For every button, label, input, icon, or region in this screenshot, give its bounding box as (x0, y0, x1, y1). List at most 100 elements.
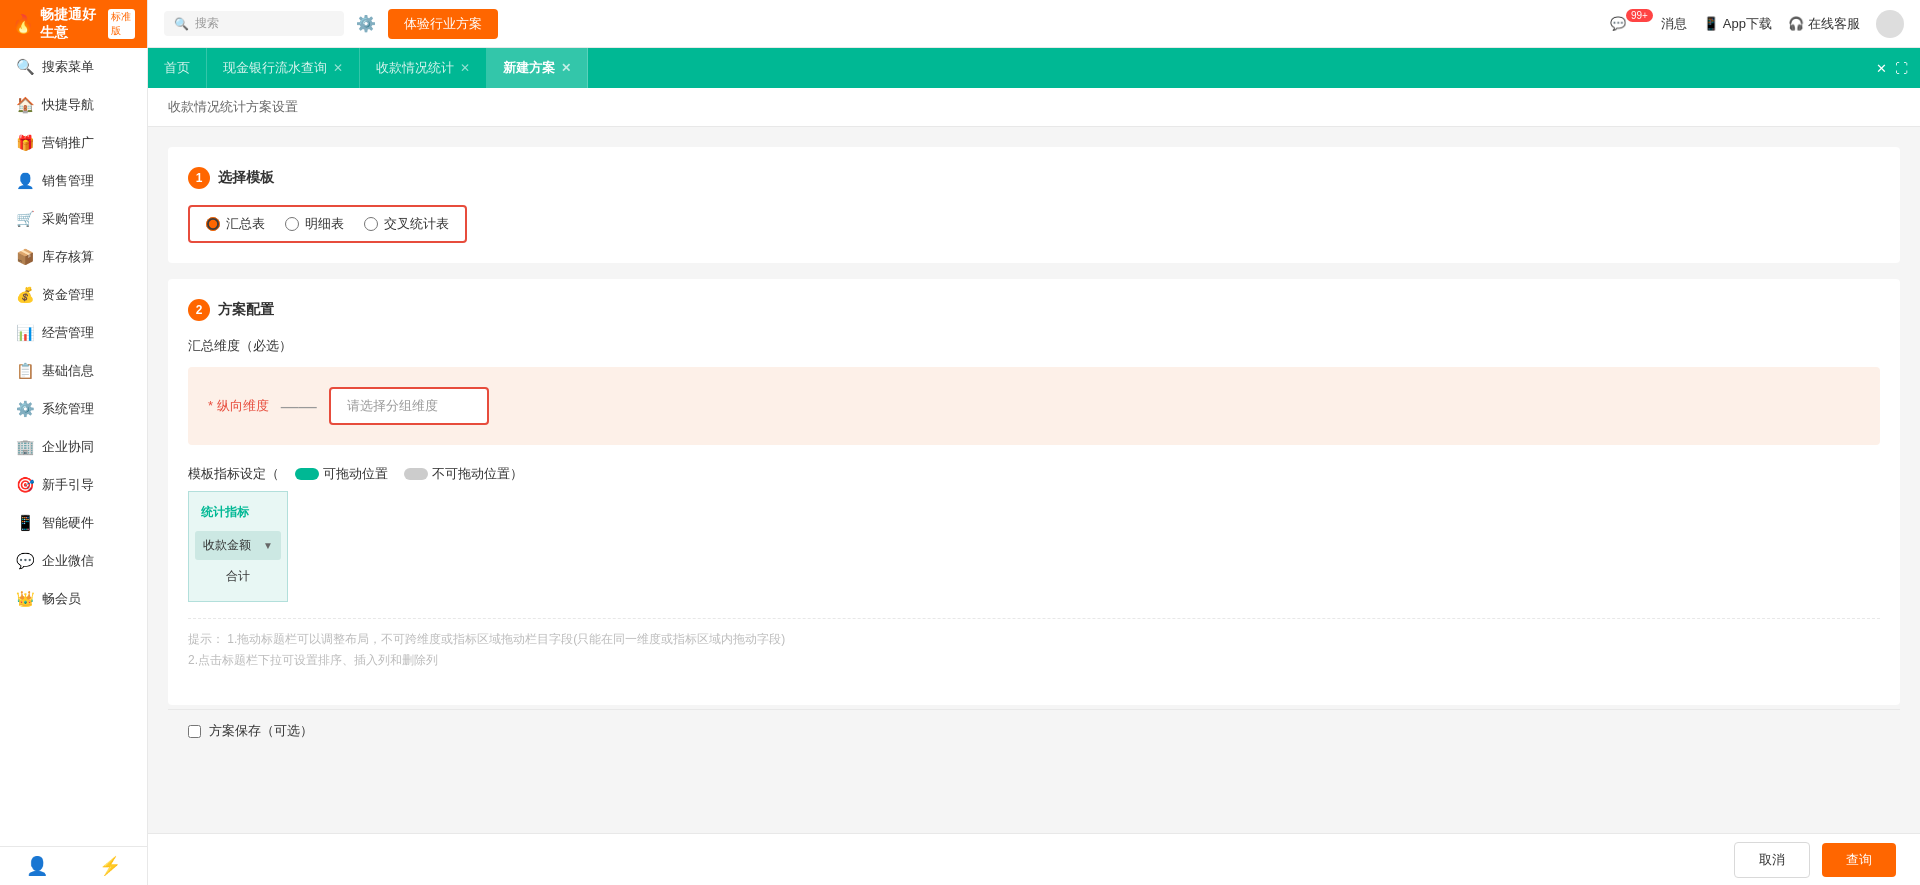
sidebar-item-operations[interactable]: 📊 经营管理 (0, 314, 147, 352)
tabbar: 首页 现金银行流水查询 ✕ 收款情况统计 ✕ 新建方案 ✕ ✕ ⛶ (148, 48, 1920, 88)
sidebar-item-sales[interactable]: 👤 销售管理 (0, 162, 147, 200)
trial-btn[interactable]: 体验行业方案 (388, 9, 498, 39)
system-icon: ⚙️ (16, 400, 34, 418)
sidebar-item-inventory[interactable]: 📦 库存核算 (0, 238, 147, 276)
download-item[interactable]: 📱 App下载 (1703, 15, 1772, 33)
tab-cashflow[interactable]: 现金银行流水查询 ✕ (207, 48, 360, 88)
quick-nav-icon: 🏠 (16, 96, 34, 114)
page-header: 收款情况统计方案设置 (148, 88, 1920, 127)
purchase-icon: 🛒 (16, 210, 34, 228)
dimension-select-placeholder: 请选择分组维度 (347, 398, 438, 413)
metrics-item-revenue-label: 收款金额 (203, 537, 251, 554)
tab-collection[interactable]: 收款情况统计 ✕ (360, 48, 487, 88)
sales-icon: 👤 (16, 172, 34, 190)
step1-number: 1 (188, 167, 210, 189)
radio-detail-input[interactable] (285, 217, 299, 231)
tabbar-controls: ✕ ⛶ (1864, 48, 1920, 88)
save-checkbox[interactable] (188, 725, 201, 738)
topbar-right: 💬 99+ 消息 📱 App下载 🎧 在线客服 (1610, 10, 1904, 38)
tab-new-plan[interactable]: 新建方案 ✕ (487, 48, 588, 88)
radio-detail-label: 明细表 (305, 215, 344, 233)
guide-icon: 🎯 (16, 476, 34, 494)
sidebar-bottom-item-1[interactable]: 👤 (26, 855, 48, 877)
sidebar-item-label-guide: 新手引导 (42, 476, 94, 494)
vertical-label: * 纵向维度 (208, 397, 269, 415)
radio-summary[interactable]: 汇总表 (206, 215, 265, 233)
cancel-button[interactable]: 取消 (1734, 842, 1810, 878)
main-area: 🔍 搜索 ⚙️ 体验行业方案 💬 99+ 消息 📱 App下载 🎧 在线客服 首… (148, 0, 1920, 885)
search-icon: 🔍 (174, 17, 189, 31)
sidebar-item-corp[interactable]: 🏢 企业协同 (0, 428, 147, 466)
support-label: 在线客服 (1808, 15, 1860, 33)
download-icon: 📱 (1703, 16, 1719, 31)
tab-new-plan-label: 新建方案 (503, 59, 555, 77)
sidebar-logo: 🔥 畅捷通好生意 标准版 (0, 0, 147, 48)
query-button[interactable]: 查询 (1822, 843, 1896, 877)
sidebar-item-guide[interactable]: 🎯 新手引导 (0, 466, 147, 504)
draggable-label: 可拖动位置 (323, 465, 388, 483)
message-item[interactable]: 💬 99+ 消息 (1610, 15, 1687, 33)
support-item[interactable]: 🎧 在线客服 (1788, 15, 1860, 33)
tab-cashflow-close[interactable]: ✕ (333, 61, 343, 75)
sidebar-bottom: 👤 ⚡ (0, 846, 147, 885)
draggable-badge: 可拖动位置 (295, 465, 388, 483)
metrics-category-label: 统计指标 (189, 500, 287, 529)
sidebar-item-member[interactable]: 👑 畅会员 (0, 580, 147, 618)
corp-icon: 🏢 (16, 438, 34, 456)
operations-icon: 📊 (16, 324, 34, 342)
tab-new-plan-close[interactable]: ✕ (561, 61, 571, 75)
wechat-icon: 💬 (16, 552, 34, 570)
metrics-title-text: 模板指标设定（ (188, 465, 279, 483)
tip-line-2: 2.点击标题栏下拉可设置排序、插入列和删除列 (188, 652, 1880, 669)
topbar-search[interactable]: 🔍 搜索 (164, 11, 344, 36)
tab-close-all-icon[interactable]: ✕ (1876, 61, 1887, 76)
radio-detail[interactable]: 明细表 (285, 215, 344, 233)
dimension-area: * 纵向维度 —— 请选择分组维度 (188, 367, 1880, 445)
sidebar-item-finance[interactable]: 💰 资金管理 (0, 276, 147, 314)
message-label: 消息 (1661, 15, 1687, 33)
inventory-icon: 📦 (16, 248, 34, 266)
metrics-header: 模板指标设定（ 可拖动位置 不可拖动位置） (188, 465, 1880, 483)
sidebar-item-quick-nav[interactable]: 🏠 快捷导航 (0, 86, 147, 124)
tab-cashflow-label: 现金银行流水查询 (223, 59, 327, 77)
tab-maximize-icon[interactable]: ⛶ (1895, 61, 1908, 76)
save-label: 方案保存（可选） (209, 722, 313, 740)
sidebar-item-label-wechat: 企业微信 (42, 552, 94, 570)
content-area: 收款情况统计方案设置 1 选择模板 汇总表 明细表 (148, 88, 1920, 885)
sidebar-item-purchase[interactable]: 🛒 采购管理 (0, 200, 147, 238)
user-avatar[interactable] (1876, 10, 1904, 38)
message-icon: 💬 (1610, 16, 1626, 31)
sidebar-item-hardware[interactable]: 📱 智能硬件 (0, 504, 147, 542)
radio-cross-label: 交叉统计表 (384, 215, 449, 233)
tab-home[interactable]: 首页 (148, 48, 207, 88)
page-body: 1 选择模板 汇总表 明细表 交叉统计表 (148, 127, 1920, 772)
dimension-row: * 纵向维度 —— 请选择分组维度 (208, 387, 1860, 425)
template-select-group: 汇总表 明细表 交叉统计表 (188, 205, 467, 243)
sidebar-bottom-item-2[interactable]: ⚡ (99, 855, 121, 877)
radio-cross[interactable]: 交叉统计表 (364, 215, 449, 233)
sidebar-item-label-sales: 销售管理 (42, 172, 94, 190)
radio-summary-input[interactable] (206, 217, 220, 231)
metrics-section: 模板指标设定（ 可拖动位置 不可拖动位置） 统计指标 (188, 465, 1880, 602)
sidebar-item-system[interactable]: ⚙️ 系统管理 (0, 390, 147, 428)
dimension-select[interactable]: 请选择分组维度 (329, 387, 489, 425)
sidebar-item-search[interactable]: 🔍 搜索菜单 (0, 48, 147, 86)
metrics-category: 统计指标 收款金额 ▼ 合计 (188, 491, 288, 602)
tab-collection-close[interactable]: ✕ (460, 61, 470, 75)
sidebar-item-wechat[interactable]: 💬 企业微信 (0, 542, 147, 580)
radio-cross-input[interactable] (364, 217, 378, 231)
metrics-item-revenue[interactable]: 收款金额 ▼ (195, 531, 281, 560)
settings-icon[interactable]: ⚙️ (356, 14, 376, 33)
logo-icon: 🔥 (12, 13, 34, 35)
support-icon: 🎧 (1788, 16, 1804, 31)
sidebar-item-label-marketing: 营销推广 (42, 134, 94, 152)
message-badge: 99+ (1626, 9, 1653, 22)
sidebar-item-basic[interactable]: 📋 基础信息 (0, 352, 147, 390)
basic-icon: 📋 (16, 362, 34, 380)
tab-collection-label: 收款情况统计 (376, 59, 454, 77)
radio-summary-label: 汇总表 (226, 215, 265, 233)
sidebar-item-marketing[interactable]: 🎁 营销推广 (0, 124, 147, 162)
step2-section: 2 方案配置 汇总维度（必选） * 纵向维度 —— 请选择分组维度 (168, 279, 1900, 705)
finance-icon: 💰 (16, 286, 34, 304)
step1-header: 1 选择模板 (188, 167, 1880, 189)
